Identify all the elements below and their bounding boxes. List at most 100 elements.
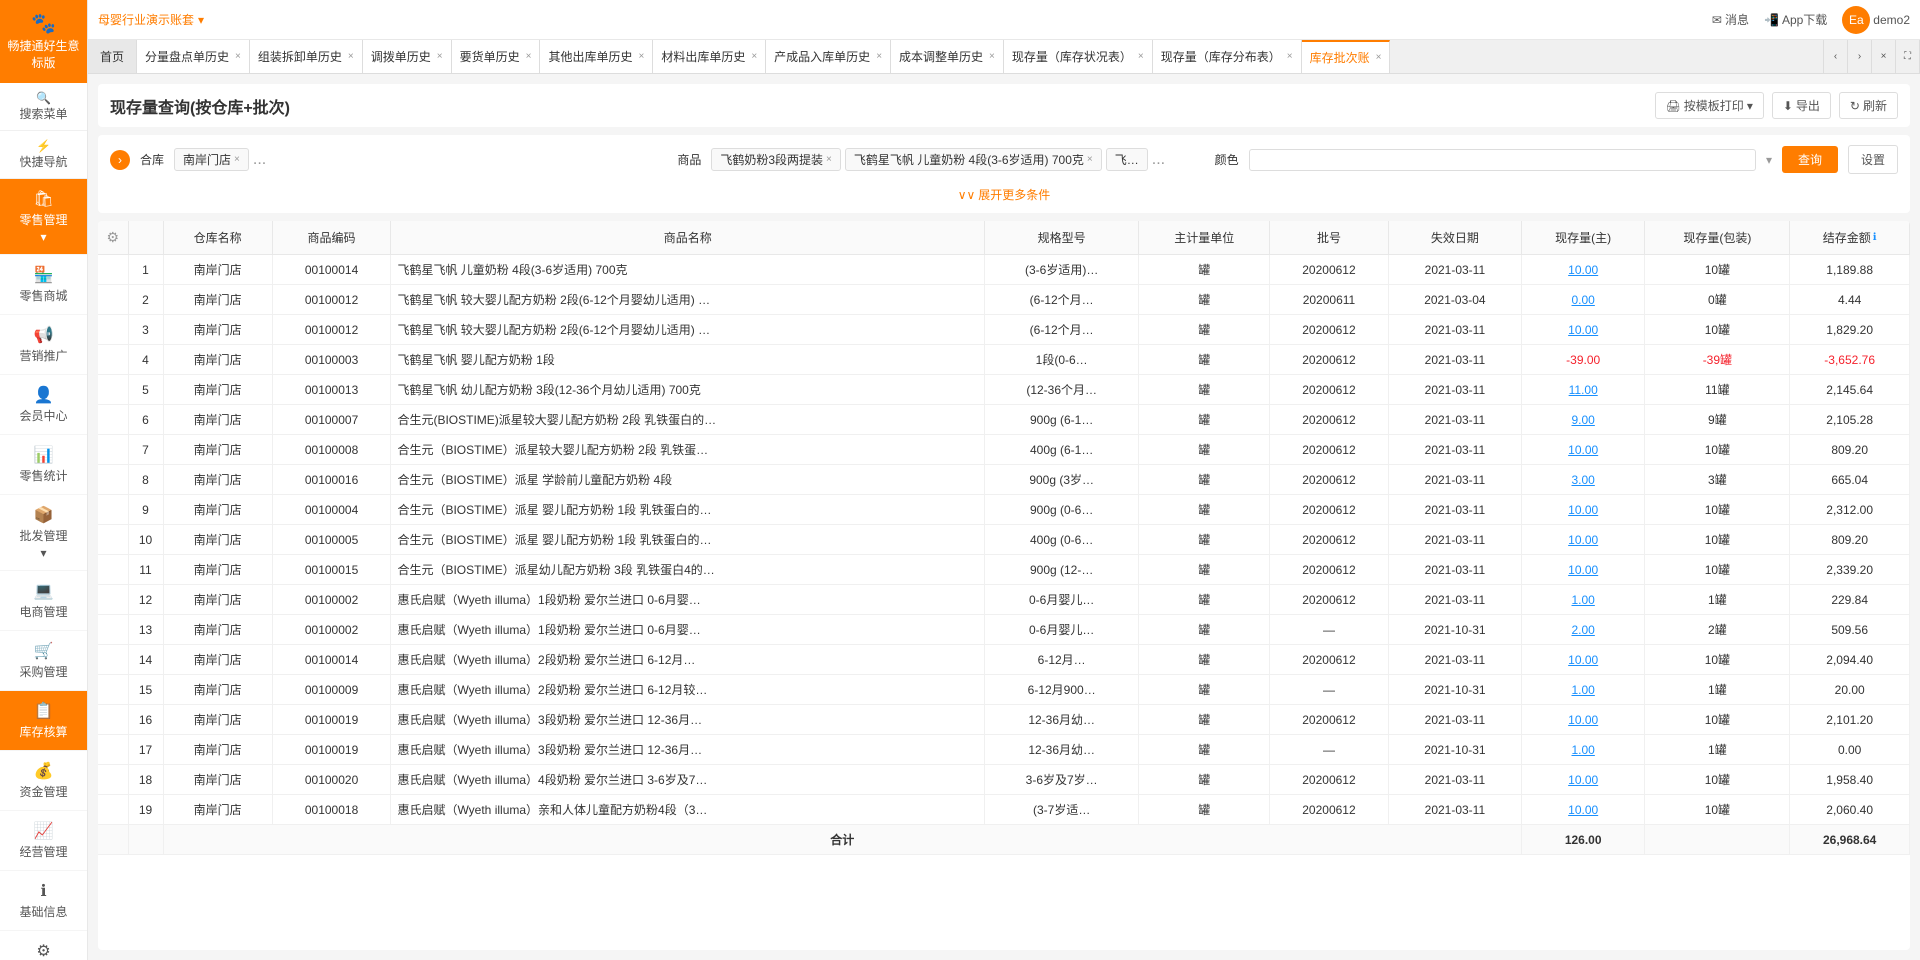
tab-close-inventory-batch[interactable]: ×: [1376, 52, 1382, 63]
stock-amount-info-icon[interactable]: ℹ: [1873, 232, 1877, 243]
tab-disassemble-history[interactable]: 组装拆卸单历史 ×: [250, 40, 363, 73]
product-tag-0-close[interactable]: ×: [826, 154, 832, 165]
warehouse-more[interactable]: ...: [253, 151, 266, 169]
sidebar-item-finance[interactable]: 💰 资金管理: [0, 751, 87, 811]
tab-material-out[interactable]: 材料出库单历史 ×: [653, 40, 766, 73]
td-stock-pkg-18: 10罐: [1645, 795, 1790, 825]
td-product-name-10: 合生元（BIOSTIME）派星幼儿配方奶粉 3段 乳铁蛋白4的…: [391, 555, 984, 585]
filter-expand-button[interactable]: ›: [110, 150, 130, 170]
td-unit-11: 罐: [1139, 585, 1270, 615]
product-tag-2[interactable]: 飞…: [1106, 148, 1148, 171]
sidebar-item-retail-stats[interactable]: 📊 零售统计: [0, 435, 87, 495]
sidebar-item-basic[interactable]: ℹ 基础信息: [0, 871, 87, 931]
td-settings-1: [98, 285, 128, 315]
td-stock-main-18[interactable]: 10.00: [1521, 795, 1644, 825]
product-tag-0[interactable]: 飞鹤奶粉3段两提装 ×: [711, 148, 841, 171]
td-stock-amount-2: 1,829.20: [1790, 315, 1910, 345]
refresh-label: 刷新: [1863, 97, 1887, 114]
sidebar-item-inventory[interactable]: 📋 库存核算: [0, 691, 87, 751]
tab-close-cost-adjust[interactable]: ×: [989, 51, 995, 62]
arrow-icon: ▾: [40, 230, 46, 244]
sidebar-item-system[interactable]: ⚙ 系统管理: [0, 931, 87, 960]
tab-fullscreen-button[interactable]: ⛶: [1896, 40, 1920, 73]
tab-prev-button[interactable]: ‹: [1824, 40, 1848, 73]
sidebar-logo[interactable]: 🐾 畅捷通好生意 标版: [0, 0, 87, 83]
sidebar-item-ecommerce[interactable]: 💻 电商管理: [0, 571, 87, 631]
td-stock-main-14[interactable]: 1.00: [1521, 675, 1644, 705]
td-stock-main-6[interactable]: 10.00: [1521, 435, 1644, 465]
td-stock-amount-15: 2,101.20: [1790, 705, 1910, 735]
brand-selector[interactable]: 母婴行业演示账套 ▾: [98, 11, 204, 28]
td-stock-main-16[interactable]: 1.00: [1521, 735, 1644, 765]
tab-mix-history[interactable]: 调拨单历史 ×: [363, 40, 452, 73]
tab-close-disassemble[interactable]: ×: [348, 51, 354, 62]
sidebar-shortcut[interactable]: ⚡ 快捷导航: [0, 131, 87, 179]
td-stock-main-8[interactable]: 10.00: [1521, 495, 1644, 525]
tab-close-material-out[interactable]: ×: [751, 51, 757, 62]
column-settings-icon[interactable]: ⚙: [106, 229, 119, 245]
refresh-button[interactable]: ↻ 刷新: [1839, 92, 1898, 119]
td-stock-main-7[interactable]: 3.00: [1521, 465, 1644, 495]
expand-more-button[interactable]: ∨∨ 展开更多条件: [958, 186, 1051, 203]
tab-close-product-in[interactable]: ×: [876, 51, 882, 62]
tab-close-inventory-dist[interactable]: ×: [1287, 51, 1293, 62]
tab-inventory-status[interactable]: 现存量（库存状况表） ×: [1004, 40, 1153, 73]
td-stock-main-11[interactable]: 1.00: [1521, 585, 1644, 615]
tab-close-req[interactable]: ×: [526, 51, 532, 62]
td-stock-main-10[interactable]: 10.00: [1521, 555, 1644, 585]
td-stock-main-3[interactable]: -39.00: [1521, 345, 1644, 375]
user-menu[interactable]: Ea demo2: [1842, 6, 1910, 34]
td-stock-main-12[interactable]: 2.00: [1521, 615, 1644, 645]
tab-product-in[interactable]: 产成品入库单历史 ×: [766, 40, 891, 73]
tab-close-mix[interactable]: ×: [437, 51, 443, 62]
th-settings[interactable]: ⚙: [98, 221, 128, 255]
td-stock-main-17[interactable]: 10.00: [1521, 765, 1644, 795]
td-stock-pkg-11: 1罐: [1645, 585, 1790, 615]
product-tag-1[interactable]: 飞鹤星飞帆 儿童奶粉 4段(3-6岁适用) 700克 ×: [845, 148, 1102, 171]
td-product-name-13: 惠氏启赋（Wyeth illuma）2段奶粉 爱尔兰进口 6-12月…: [391, 645, 984, 675]
td-stock-main-0[interactable]: 10.00: [1521, 255, 1644, 285]
td-stock-main-13[interactable]: 10.00: [1521, 645, 1644, 675]
tab-close-split[interactable]: ×: [235, 51, 241, 62]
tab-cost-adjust[interactable]: 成本调整单历史 ×: [891, 40, 1004, 73]
app-download-button[interactable]: 📲 App下载: [1764, 11, 1827, 28]
tab-home[interactable]: 首页: [88, 40, 137, 73]
sidebar-item-purchase[interactable]: 🛒 采购管理: [0, 631, 87, 691]
sidebar-item-wholesale[interactable]: 📦 批发管理 ▾: [0, 495, 87, 571]
sidebar-item-ops[interactable]: 📈 经营管理: [0, 811, 87, 871]
sidebar-item-marketing[interactable]: 📢 营销推广: [0, 315, 87, 375]
tab-other-out-history[interactable]: 其他出库单历史 ×: [540, 40, 653, 73]
product-tag-1-close[interactable]: ×: [1087, 154, 1093, 165]
td-stock-main-15[interactable]: 10.00: [1521, 705, 1644, 735]
tab-req-history[interactable]: 要货单历史 ×: [452, 40, 541, 73]
td-warehouse-2: 南岸门店: [163, 315, 272, 345]
td-stock-main-4[interactable]: 11.00: [1521, 375, 1644, 405]
tab-close-inventory-status[interactable]: ×: [1138, 51, 1144, 62]
td-stock-main-5[interactable]: 9.00: [1521, 405, 1644, 435]
tab-inventory-batch[interactable]: 库存批次账 ×: [1302, 40, 1391, 73]
tab-next-button[interactable]: ›: [1848, 40, 1872, 73]
query-button[interactable]: 查询: [1782, 146, 1838, 173]
sidebar-item-retail-mall[interactable]: 🏪 零售商城: [0, 255, 87, 315]
td-stock-main-2[interactable]: 10.00: [1521, 315, 1644, 345]
product-tag-2-label: 飞…: [1115, 151, 1139, 168]
warehouse-tag-0-close[interactable]: ×: [234, 154, 240, 165]
tab-inventory-dist[interactable]: 现存量（库存分布表） ×: [1153, 40, 1302, 73]
tab-close-all-button[interactable]: ×: [1872, 40, 1896, 73]
settings-button[interactable]: 设置: [1848, 145, 1898, 174]
sidebar-search[interactable]: 🔍 搜索菜单: [0, 83, 87, 131]
template-print-button[interactable]: 🖨 按模板打印 ▾: [1655, 92, 1764, 119]
warehouse-tag-0[interactable]: 南岸门店 ×: [174, 148, 249, 171]
td-stock-main-9[interactable]: 10.00: [1521, 525, 1644, 555]
export-button[interactable]: ⬇ 导出: [1772, 92, 1831, 119]
color-filter-input[interactable]: [1249, 149, 1756, 171]
color-arrow-icon[interactable]: ▾: [1766, 153, 1772, 167]
product-more[interactable]: ...: [1152, 151, 1165, 169]
tab-split-history[interactable]: 分量盘点单历史 ×: [137, 40, 250, 73]
message-button[interactable]: ✉ 消息: [1712, 11, 1749, 28]
sidebar-item-retail-mgmt[interactable]: 🛍 零售管理 ▾: [0, 179, 87, 255]
tab-close-other-out[interactable]: ×: [638, 51, 644, 62]
td-index-15: 16: [128, 705, 163, 735]
td-stock-main-1[interactable]: 0.00: [1521, 285, 1644, 315]
sidebar-item-member[interactable]: 👤 会员中心: [0, 375, 87, 435]
